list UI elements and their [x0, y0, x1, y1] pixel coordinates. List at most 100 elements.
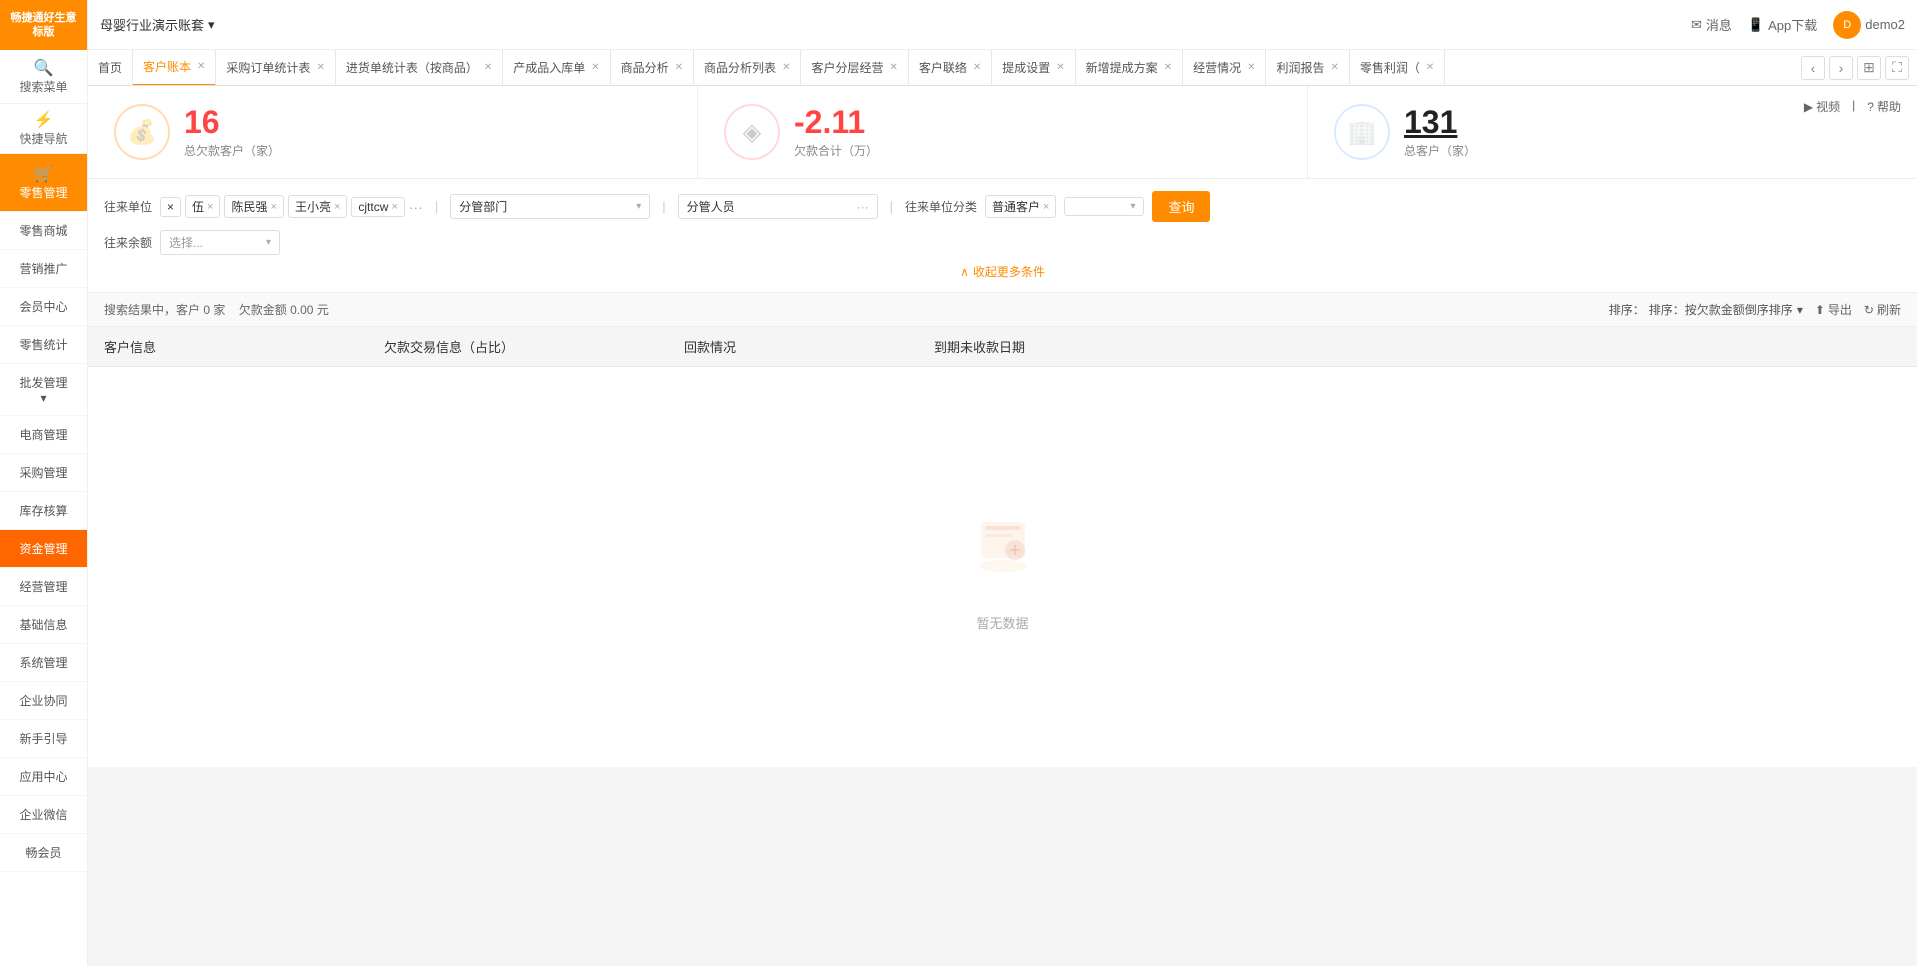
filter-tag-unit-2[interactable]: 陈民强 ×	[224, 195, 283, 218]
sidebar-item-purchase[interactable]: 采购管理	[0, 454, 87, 492]
tab-purchase-stat-close[interactable]: ✕	[484, 62, 492, 73]
sidebar-item-finance[interactable]: 资金管理	[0, 530, 87, 568]
tab-retail-profit[interactable]: 零售利润（ ✕	[1350, 50, 1445, 86]
unit-class-chevron: ▾	[1130, 201, 1135, 212]
filter-tag-unit-3[interactable]: 王小亮 ×	[288, 195, 347, 218]
filter-more-button[interactable]: ···	[409, 199, 423, 215]
tab-product-instock[interactable]: 产成品入库单 ✕	[503, 50, 610, 86]
sidebar-item-vip[interactable]: 畅会员	[0, 834, 87, 872]
query-button[interactable]: 查询	[1152, 191, 1210, 222]
sidebar-logo: 畅捷通好生意 标版	[0, 0, 87, 50]
tab-biz-status-close[interactable]: ✕	[1247, 62, 1255, 73]
unit-class-dropdown[interactable]: ▾	[1064, 197, 1144, 216]
user-menu[interactable]: D demo2	[1833, 11, 1905, 39]
sidebar-item-new-guide[interactable]: 新手引导	[0, 720, 87, 758]
export-button[interactable]: ⬆ 导出	[1815, 301, 1852, 318]
sidebar-item-marketing[interactable]: 营销推广	[0, 250, 87, 288]
result-suffix: 家	[213, 303, 225, 317]
tab-customer-contact-close[interactable]: ✕	[973, 62, 981, 73]
sidebar-item-retail-stats[interactable]: 零售统计	[0, 326, 87, 364]
tab-home[interactable]: 首页	[88, 50, 133, 86]
tag-unit-4-close[interactable]: ×	[391, 201, 397, 213]
tab-product-analysis-list[interactable]: 商品分析列表 ✕	[694, 50, 801, 86]
tag-unit-2-close[interactable]: ×	[271, 201, 277, 213]
tabs-menu-button[interactable]: ⊞	[1857, 56, 1881, 80]
tab-customer-book-close[interactable]: ✕	[197, 61, 205, 72]
msg-label: 消息	[1706, 15, 1732, 34]
sort-select[interactable]: 排序： 排序：按欠款金额倒序排序 ▾	[1609, 301, 1803, 318]
tab-purchase-stat[interactable]: 进货单统计表（按商品） ✕	[336, 50, 503, 86]
query-bar-right: 排序： 排序：按欠款金额倒序排序 ▾ ⬆ 导出 ↻ 刷新	[1609, 301, 1901, 318]
filter-tag-class-0[interactable]: 普通客户 ×	[985, 195, 1056, 218]
tag-class-close[interactable]: ×	[1043, 201, 1049, 213]
tab-retail-profit-close[interactable]: ✕	[1426, 62, 1434, 73]
tab-customer-book[interactable]: 客户账本 ✕	[133, 50, 216, 86]
tab-raise-setting[interactable]: 提成设置 ✕	[992, 50, 1075, 86]
sidebar-item-quick-nav[interactable]: ⚡ 快捷导航	[0, 104, 87, 154]
stat-label-amount: 欠款合计（万）	[794, 142, 878, 159]
tab-new-raise-close[interactable]: ✕	[1164, 62, 1172, 73]
sidebar-item-retail-mgmt[interactable]: 🛒 零售管理	[0, 154, 87, 212]
sidebar-item-enterprise-coop[interactable]: 企业协同	[0, 682, 87, 720]
sidebar-item-basic-info[interactable]: 基础信息	[0, 606, 87, 644]
tab-product-analysis-list-close[interactable]: ✕	[782, 62, 790, 73]
tab-customer-layer-label: 客户分层经营	[811, 59, 883, 76]
tabs-next-button[interactable]: ›	[1829, 56, 1853, 80]
col-header-overdue-info: 欠款交易信息（占比）	[384, 337, 684, 356]
tab-purchase-order-close[interactable]: ✕	[316, 62, 324, 73]
person-filter[interactable]: 分管人员 ···	[678, 194, 878, 219]
tabs-prev-button[interactable]: ‹	[1801, 56, 1825, 80]
sidebar-item-app-center[interactable]: 应用中心	[0, 758, 87, 796]
tag-unit-1-close[interactable]: ×	[207, 201, 213, 213]
tab-biz-status[interactable]: 经营情况 ✕	[1183, 50, 1266, 86]
sidebar-item-retail-shop[interactable]: 零售商城	[0, 212, 87, 250]
account-selector[interactable]: 母婴行业演示账套 ▾	[100, 15, 215, 34]
dept-filter[interactable]: 分管部门 ▾	[450, 194, 650, 219]
person-placeholder: 分管人员	[687, 198, 735, 215]
col-header-customer: 客户信息	[104, 337, 384, 356]
sidebar-item-search[interactable]: 🔍 搜索菜单	[0, 50, 87, 104]
sidebar-item-wholesale-mgmt[interactable]: 批发管理 ▾	[0, 364, 87, 416]
filter-collapse-button[interactable]: ∧ 收起更多条件	[104, 263, 1901, 280]
filter-tag-unit-0[interactable]: ×	[160, 197, 181, 217]
sort-label: 排序：	[1609, 301, 1645, 318]
sidebar-logo-text: 畅捷通好生意 标版	[11, 11, 77, 40]
tab-product-analysis-close[interactable]: ✕	[675, 62, 683, 73]
tab-customer-layer[interactable]: 客户分层经营 ✕	[801, 50, 908, 86]
balance-input[interactable]: 选择... ▾	[160, 230, 280, 255]
filter-row-1: 往来单位 × 伍 × 陈民强 × 王小亮 ×	[104, 191, 1901, 222]
tab-product-analysis[interactable]: 商品分析 ✕	[611, 50, 694, 86]
tab-profit-report[interactable]: 利润报告 ✕	[1266, 50, 1349, 86]
app-download-button[interactable]: 📱 App下载	[1748, 15, 1817, 34]
help-action[interactable]: ? 帮助	[1867, 98, 1901, 115]
sidebar-item-biz-mgmt[interactable]: 经营管理	[0, 568, 87, 606]
unit-class-label: 往来单位分类	[905, 198, 977, 215]
tab-new-raise[interactable]: 新增提成方案 ✕	[1076, 50, 1183, 86]
sidebar-item-ecommerce[interactable]: 电商管理	[0, 416, 87, 454]
filter-tag-unit-1[interactable]: 伍 ×	[185, 195, 220, 218]
stat-actions: ▶ 视频 | ? 帮助	[1804, 98, 1901, 115]
tab-customer-layer-close[interactable]: ✕	[889, 62, 897, 73]
tag-unit-4-label: cjttcw	[358, 200, 388, 214]
sidebar-item-enterprise-wechat[interactable]: 企业微信	[0, 796, 87, 834]
balance-chevron: ▾	[266, 237, 271, 248]
video-action[interactable]: ▶ 视频	[1804, 98, 1840, 115]
msg-button[interactable]: ✉ 消息	[1691, 15, 1732, 34]
tabs-fullscreen-button[interactable]: ⛶	[1885, 56, 1909, 80]
sidebar-item-member-center[interactable]: 会员中心	[0, 288, 87, 326]
sidebar-item-system[interactable]: 系统管理	[0, 644, 87, 682]
filter-tag-unit-4[interactable]: cjttcw ×	[351, 197, 404, 217]
tab-product-instock-close[interactable]: ✕	[591, 62, 599, 73]
tab-raise-setting-close[interactable]: ✕	[1056, 62, 1064, 73]
tab-customer-contact[interactable]: 客户联络 ✕	[909, 50, 992, 86]
refresh-button[interactable]: ↻ 刷新	[1864, 301, 1901, 318]
filter-area: 往来单位 × 伍 × 陈民强 × 王小亮 ×	[88, 179, 1917, 293]
tag-unit-3-close[interactable]: ×	[334, 201, 340, 213]
action-divider: |	[1852, 98, 1855, 115]
tab-purchase-order[interactable]: 采购订单统计表 ✕	[216, 50, 335, 86]
query-bar-left: 搜索结果中，客户 0 家 欠款金额 0.00 元	[104, 301, 329, 318]
sidebar-item-inventory[interactable]: 库存核算	[0, 492, 87, 530]
tab-customer-book-label: 客户账本	[143, 58, 191, 75]
tab-profit-report-close[interactable]: ✕	[1331, 62, 1339, 73]
tab-raise-setting-label: 提成设置	[1002, 59, 1050, 76]
